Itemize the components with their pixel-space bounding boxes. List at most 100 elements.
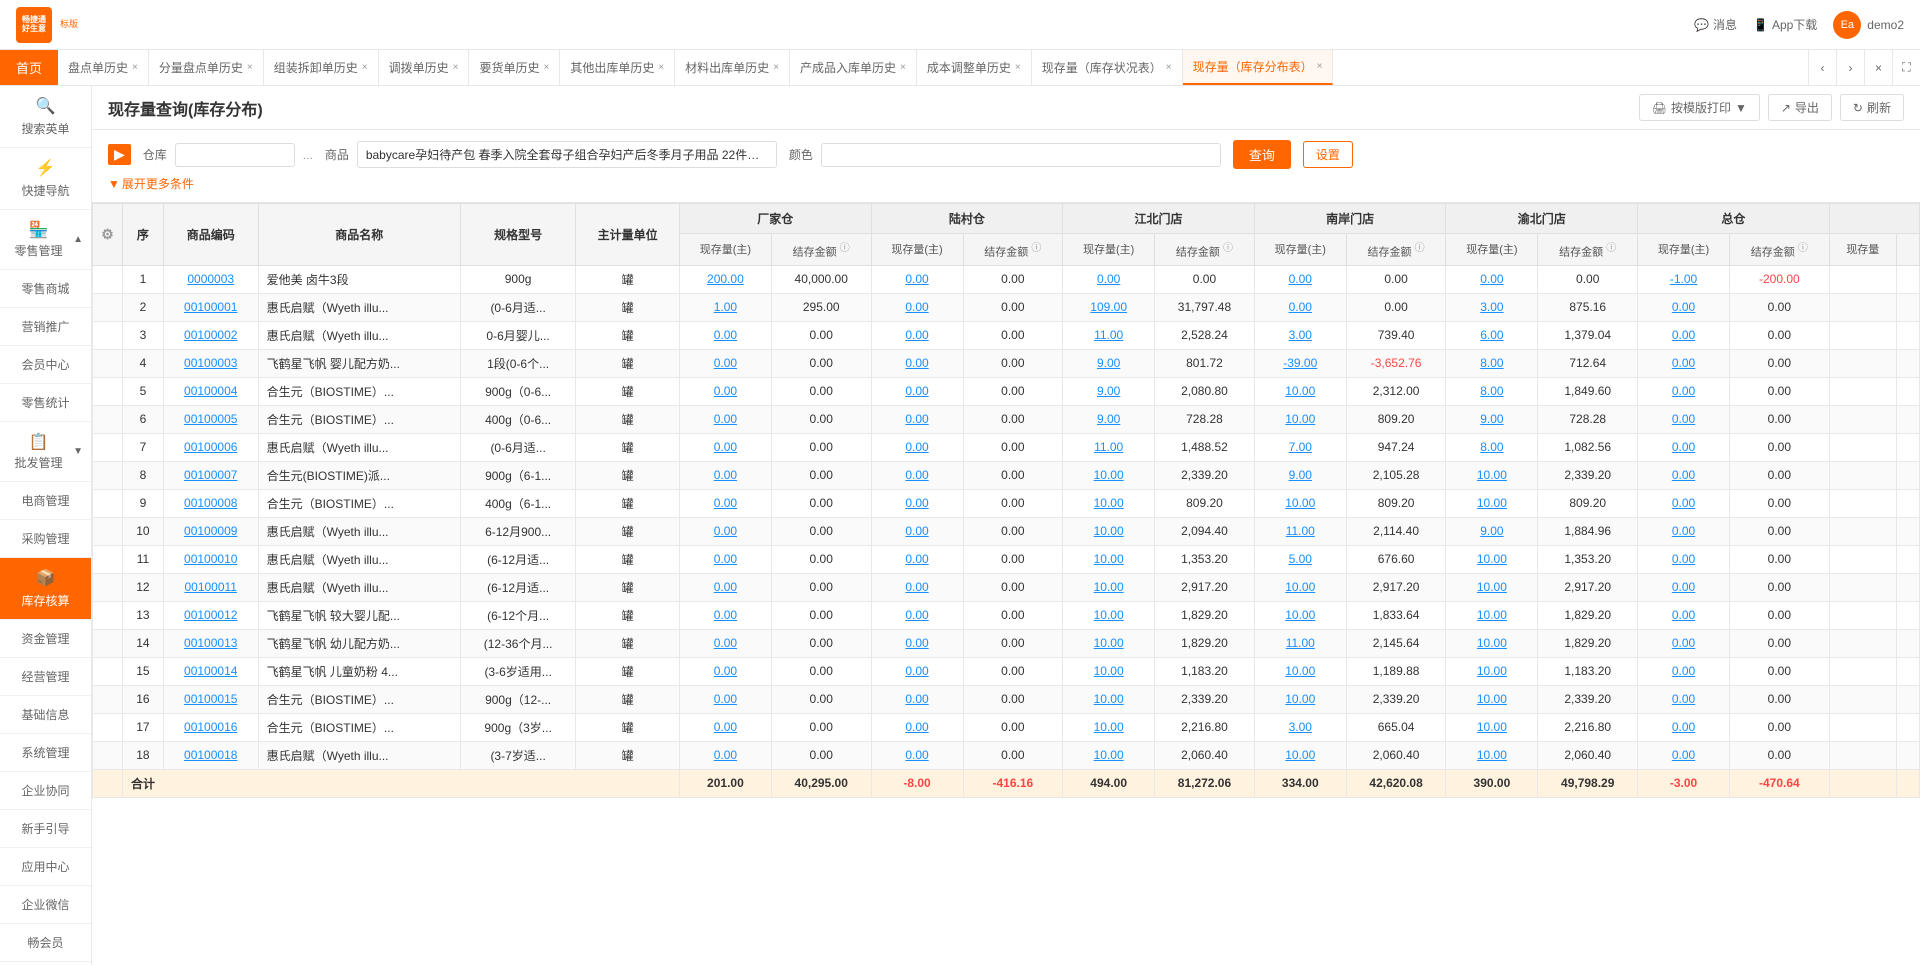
row-lu-qty[interactable]: 0.00 bbox=[871, 433, 963, 461]
row-lu-qty[interactable]: 0.00 bbox=[871, 461, 963, 489]
tab-3[interactable]: 调拨单历史 × bbox=[379, 50, 470, 85]
row-na-qty[interactable]: 10.00 bbox=[1254, 685, 1346, 713]
sidebar-item-nav[interactable]: ⚡ 快捷导航 bbox=[0, 148, 91, 210]
row-na-qty[interactable]: 7.00 bbox=[1254, 433, 1346, 461]
row-yb-qty[interactable]: 10.00 bbox=[1446, 489, 1538, 517]
row-code[interactable]: 00100004 bbox=[163, 377, 258, 405]
row-code[interactable]: 0000003 bbox=[163, 265, 258, 293]
row-total-qty[interactable]: 0.00 bbox=[1638, 489, 1730, 517]
row-yb-qty[interactable]: 10.00 bbox=[1446, 713, 1538, 741]
row-na-qty[interactable]: 10.00 bbox=[1254, 405, 1346, 433]
row-jb-qty[interactable]: 10.00 bbox=[1063, 517, 1155, 545]
row-factory-qty[interactable]: 0.00 bbox=[679, 461, 771, 489]
row-jb-qty[interactable]: 10.00 bbox=[1063, 489, 1155, 517]
close-icon-1[interactable]: × bbox=[247, 62, 253, 73]
row-factory-qty[interactable]: 1.00 bbox=[679, 293, 771, 321]
sidebar-item-retail-store[interactable]: 零售商城 bbox=[0, 270, 91, 308]
row-code[interactable]: 00100011 bbox=[163, 573, 258, 601]
row-factory-qty[interactable]: 0.00 bbox=[679, 657, 771, 685]
row-jb-qty[interactable]: 10.00 bbox=[1063, 713, 1155, 741]
tab-9[interactable]: 现存量（库存状况表） × bbox=[1032, 50, 1183, 85]
row-lu-qty[interactable]: 0.00 bbox=[871, 517, 963, 545]
sidebar-item-retail-stats[interactable]: 零售统计 bbox=[0, 384, 91, 422]
close-icon-6[interactable]: × bbox=[773, 62, 779, 73]
row-na-qty[interactable]: 10.00 bbox=[1254, 489, 1346, 517]
row-na-qty[interactable]: 0.00 bbox=[1254, 293, 1346, 321]
export-btn[interactable]: ↗ 导出 bbox=[1768, 94, 1832, 121]
row-na-qty[interactable]: 10.00 bbox=[1254, 601, 1346, 629]
close-icon-2[interactable]: × bbox=[362, 62, 368, 73]
close-icon-3[interactable]: × bbox=[453, 62, 459, 73]
warehouse-input[interactable] bbox=[175, 143, 295, 167]
close-icon-9[interactable]: × bbox=[1166, 62, 1172, 73]
row-total-qty[interactable]: 0.00 bbox=[1638, 517, 1730, 545]
sidebar-item-member[interactable]: 会员中心 bbox=[0, 346, 91, 384]
row-factory-qty[interactable]: 0.00 bbox=[679, 321, 771, 349]
row-na-qty[interactable]: 3.00 bbox=[1254, 713, 1346, 741]
row-code[interactable]: 00100013 bbox=[163, 629, 258, 657]
row-na-qty[interactable]: 10.00 bbox=[1254, 377, 1346, 405]
tab-expand-btn[interactable]: ⛶ bbox=[1892, 50, 1920, 86]
tab-4[interactable]: 要货单历史 × bbox=[469, 50, 560, 85]
row-factory-qty[interactable]: 0.00 bbox=[679, 545, 771, 573]
row-yb-qty[interactable]: 8.00 bbox=[1446, 377, 1538, 405]
row-yb-qty[interactable]: 10.00 bbox=[1446, 741, 1538, 769]
sidebar-item-marketing[interactable]: 营销推广 bbox=[0, 308, 91, 346]
row-factory-qty[interactable]: 0.00 bbox=[679, 685, 771, 713]
row-jb-qty[interactable]: 11.00 bbox=[1063, 433, 1155, 461]
row-yb-qty[interactable]: 8.00 bbox=[1446, 433, 1538, 461]
sidebar-item-basic-info[interactable]: 基础信息 bbox=[0, 696, 91, 734]
row-factory-qty[interactable]: 0.00 bbox=[679, 601, 771, 629]
sidebar-item-search[interactable]: 🔍 搜索英单 bbox=[0, 86, 91, 148]
color-input[interactable] bbox=[821, 143, 1221, 167]
row-factory-qty[interactable]: 0.00 bbox=[679, 713, 771, 741]
tab-7[interactable]: 产成品入库单历史 × bbox=[790, 50, 917, 85]
row-lu-qty[interactable]: 0.00 bbox=[871, 265, 963, 293]
row-lu-qty[interactable]: 0.00 bbox=[871, 545, 963, 573]
print-btn[interactable]: 🖨 按模版打印 ▼ bbox=[1639, 94, 1760, 121]
row-lu-qty[interactable]: 0.00 bbox=[871, 713, 963, 741]
row-total-qty[interactable]: 0.00 bbox=[1638, 629, 1730, 657]
row-total-qty[interactable]: 0.00 bbox=[1638, 405, 1730, 433]
row-factory-qty[interactable]: 0.00 bbox=[679, 573, 771, 601]
row-factory-qty[interactable]: 0.00 bbox=[679, 405, 771, 433]
tab-10[interactable]: 现存量（库存分布表） × bbox=[1183, 50, 1334, 85]
row-yb-qty[interactable]: 9.00 bbox=[1446, 517, 1538, 545]
row-code[interactable]: 00100014 bbox=[163, 657, 258, 685]
row-jb-qty[interactable]: 10.00 bbox=[1063, 545, 1155, 573]
row-factory-qty[interactable]: 0.00 bbox=[679, 741, 771, 769]
row-total-qty[interactable]: -1.00 bbox=[1638, 265, 1730, 293]
row-jb-qty[interactable]: 9.00 bbox=[1063, 377, 1155, 405]
row-total-qty[interactable]: 0.00 bbox=[1638, 321, 1730, 349]
row-code[interactable]: 00100018 bbox=[163, 741, 258, 769]
row-total-qty[interactable]: 0.00 bbox=[1638, 461, 1730, 489]
row-code[interactable]: 00100002 bbox=[163, 321, 258, 349]
row-code[interactable]: 00100001 bbox=[163, 293, 258, 321]
row-code[interactable]: 00100009 bbox=[163, 517, 258, 545]
sidebar-item-business[interactable]: 经营管理 bbox=[0, 658, 91, 696]
row-yb-qty[interactable]: 10.00 bbox=[1446, 601, 1538, 629]
sidebar-item-wholesale[interactable]: 📋 批发管理 ▼ bbox=[0, 422, 91, 482]
row-jb-qty[interactable]: 10.00 bbox=[1063, 685, 1155, 713]
row-lu-qty[interactable]: 0.00 bbox=[871, 321, 963, 349]
row-jb-qty[interactable]: 9.00 bbox=[1063, 405, 1155, 433]
row-code[interactable]: 00100008 bbox=[163, 489, 258, 517]
row-code[interactable]: 00100015 bbox=[163, 685, 258, 713]
row-jb-qty[interactable]: 11.00 bbox=[1063, 321, 1155, 349]
row-yb-qty[interactable]: 9.00 bbox=[1446, 405, 1538, 433]
set-btn[interactable]: 设置 bbox=[1303, 141, 1353, 168]
row-total-qty[interactable]: 0.00 bbox=[1638, 545, 1730, 573]
row-factory-qty[interactable]: 0.00 bbox=[679, 489, 771, 517]
row-jb-qty[interactable]: 10.00 bbox=[1063, 461, 1155, 489]
row-lu-qty[interactable]: 0.00 bbox=[871, 573, 963, 601]
row-na-qty[interactable]: 5.00 bbox=[1254, 545, 1346, 573]
row-lu-qty[interactable]: 0.00 bbox=[871, 741, 963, 769]
row-factory-qty[interactable]: 0.00 bbox=[679, 349, 771, 377]
query-btn[interactable]: 查询 bbox=[1233, 140, 1291, 169]
close-icon-10[interactable]: × bbox=[1317, 61, 1323, 72]
close-icon-5[interactable]: × bbox=[658, 62, 664, 73]
row-total-qty[interactable]: 0.00 bbox=[1638, 657, 1730, 685]
row-jb-qty[interactable]: 10.00 bbox=[1063, 601, 1155, 629]
row-yb-qty[interactable]: 10.00 bbox=[1446, 657, 1538, 685]
row-factory-qty[interactable]: 200.00 bbox=[679, 265, 771, 293]
